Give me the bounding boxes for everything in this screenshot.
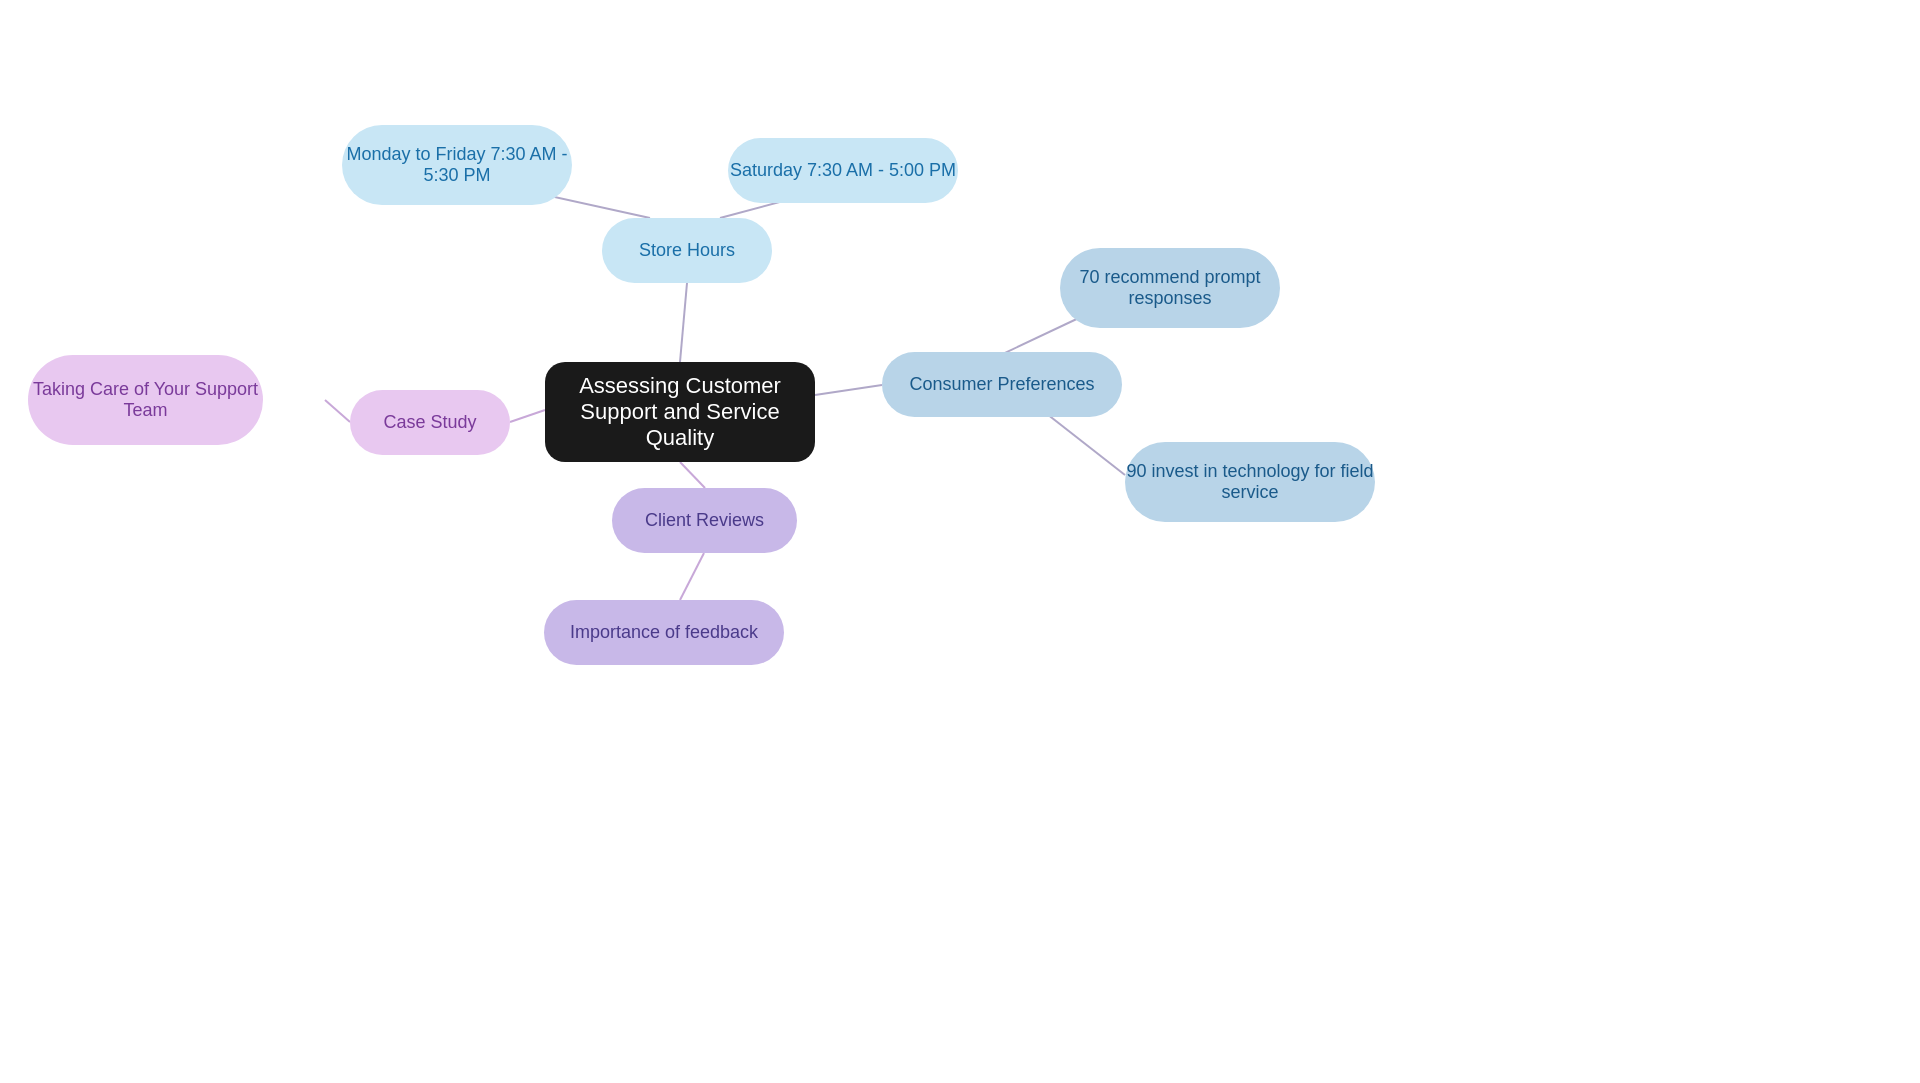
svg-line-3 — [815, 385, 882, 395]
technology-node: 90 invest in technology for field servic… — [1125, 442, 1375, 522]
svg-line-6 — [510, 410, 545, 422]
svg-line-7 — [325, 400, 350, 422]
monday-hours-node: Monday to Friday 7:30 AM - 5:30 PM — [342, 125, 572, 205]
svg-line-9 — [680, 553, 704, 600]
case-study-node: Case Study — [350, 390, 510, 455]
support-team-node: Taking Care of Your Support Team — [28, 355, 263, 445]
consumer-preferences-node: Consumer Preferences — [882, 352, 1122, 417]
prompt-responses-node: 70 recommend prompt responses — [1060, 248, 1280, 328]
client-reviews-node: Client Reviews — [612, 488, 797, 553]
importance-feedback-node: Importance of feedback — [544, 600, 784, 665]
saturday-hours-node: Saturday 7:30 AM - 5:00 PM — [728, 138, 958, 203]
store-hours-node: Store Hours — [602, 218, 772, 283]
svg-line-8 — [680, 462, 705, 488]
center-node: Assessing Customer Support and Service Q… — [545, 362, 815, 462]
svg-line-0 — [680, 283, 687, 362]
